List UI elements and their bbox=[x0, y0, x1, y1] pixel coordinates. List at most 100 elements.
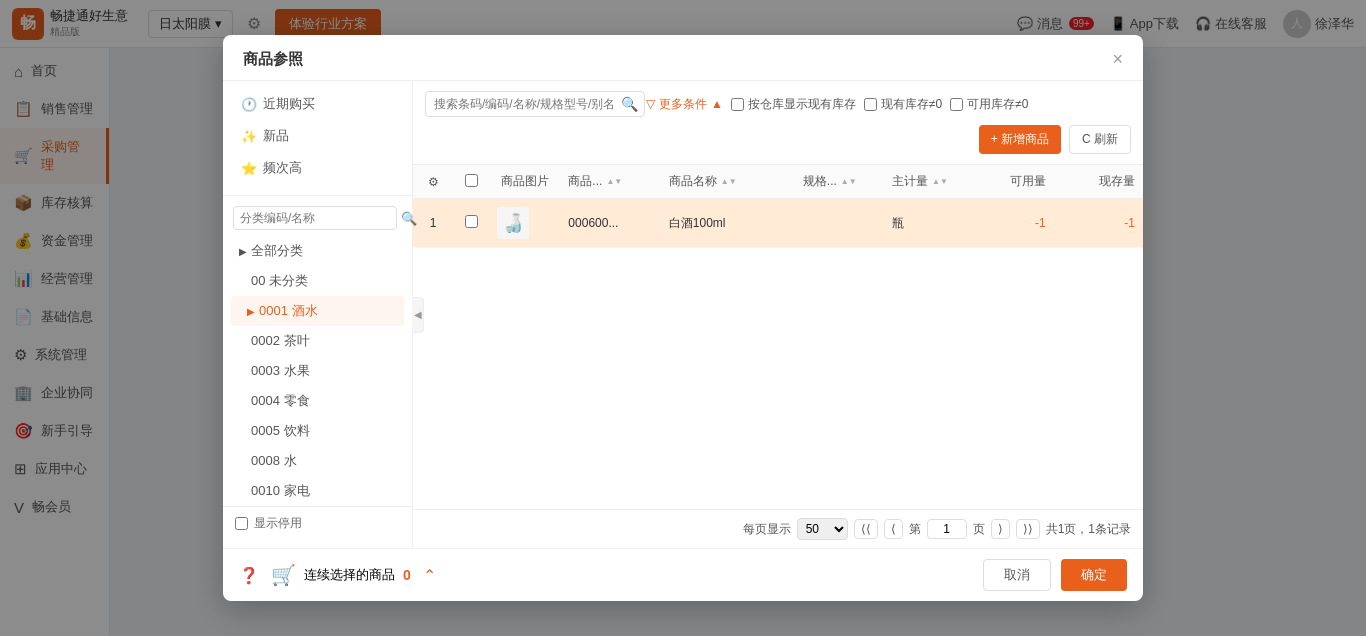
prev-page-button[interactable]: ⟨ bbox=[884, 519, 903, 539]
first-page-button[interactable]: ⟨⟨ bbox=[854, 519, 878, 539]
row-code: 000600... bbox=[560, 199, 660, 248]
per-page-select[interactable]: 50 20 100 bbox=[797, 518, 848, 540]
row-available-value: -1 bbox=[1035, 216, 1046, 230]
page-number-input[interactable] bbox=[927, 519, 967, 539]
cart-area: 🛒 连续选择的商品 0 bbox=[271, 563, 411, 587]
all-arrow-icon: ▶ bbox=[239, 246, 247, 257]
col-header-name[interactable]: 商品名称 ▲▼ bbox=[661, 165, 795, 199]
product-search-input[interactable] bbox=[425, 91, 645, 117]
warehouse-stock-checkbox[interactable] bbox=[731, 98, 744, 111]
row-checkbox[interactable] bbox=[465, 215, 478, 228]
tree-item-cat0005[interactable]: 0005 饮料 bbox=[231, 416, 404, 446]
modal-header: 商品参照 × bbox=[223, 35, 1143, 81]
row-check[interactable] bbox=[453, 199, 489, 248]
col-header-settings: ⚙ bbox=[413, 165, 453, 199]
cat0001-arrow-icon: ▶ bbox=[247, 306, 255, 317]
cart-icon: 🛒 bbox=[271, 563, 296, 587]
stock-nonzero-label: 现有库存≠0 bbox=[881, 96, 942, 113]
modal-product-ref: 商品参照 × 🕐 近期购买 ✨ 新品 ⭐ 频次高 bbox=[223, 35, 1143, 601]
row-stock-value: -1 bbox=[1124, 216, 1135, 230]
product-table: ⚙ 商品图片 商品... bbox=[413, 165, 1143, 248]
last-page-button[interactable]: ⟩⟩ bbox=[1016, 519, 1040, 539]
tree-item-cat00[interactable]: 00 未分类 bbox=[231, 266, 404, 296]
row-spec bbox=[795, 199, 884, 248]
page-label: 第 bbox=[909, 521, 921, 538]
modal-close-button[interactable]: × bbox=[1112, 49, 1123, 70]
col-code-label: 商品... bbox=[568, 173, 602, 190]
col-available-label: 可用量 bbox=[1010, 174, 1046, 188]
modal-overlay[interactable]: 商品参照 × 🕐 近期购买 ✨ 新品 ⭐ 频次高 bbox=[0, 0, 1366, 636]
category-search-row: 🔍 bbox=[223, 200, 412, 236]
sort-spec-icon: ▲▼ bbox=[841, 178, 857, 186]
product-thumbnail: 🍶 bbox=[497, 207, 529, 239]
tree-item-cat0005-label: 0005 饮料 bbox=[251, 422, 310, 440]
add-product-button[interactable]: + 新增商品 bbox=[979, 125, 1061, 154]
tab-frequent[interactable]: ⭐ 频次高 bbox=[231, 153, 404, 183]
tree-item-cat00-label: 00 未分类 bbox=[251, 272, 308, 290]
tab-new-products[interactable]: ✨ 新品 bbox=[231, 121, 404, 151]
show-disabled-checkbox[interactable] bbox=[235, 517, 248, 530]
col-name-label: 商品名称 bbox=[669, 173, 717, 190]
row-unit-value: 瓶 bbox=[892, 216, 904, 230]
col-header-available: 可用量 bbox=[964, 165, 1053, 199]
stock-nonzero-checkbox-label[interactable]: 现有库存≠0 bbox=[864, 96, 942, 113]
tree-item-all-label: 全部分类 bbox=[251, 242, 303, 260]
tree-item-cat0001[interactable]: ▶ 0001 酒水 bbox=[231, 296, 404, 326]
refresh-button[interactable]: C 刷新 bbox=[1069, 125, 1131, 154]
row-stock: -1 bbox=[1054, 199, 1143, 248]
table-header-row: ⚙ 商品图片 商品... bbox=[413, 165, 1143, 199]
col-header-unit[interactable]: 主计量 ▲▼ bbox=[884, 165, 964, 199]
col-stock-label: 现存量 bbox=[1099, 174, 1135, 188]
modal-footer: ❓ 🛒 连续选择的商品 0 ⌃ 取消 确定 bbox=[223, 548, 1143, 601]
warehouse-stock-checkbox-label[interactable]: 按仓库显示现有库存 bbox=[731, 96, 856, 113]
per-page-label: 每页显示 bbox=[743, 521, 791, 538]
tab-recent-label: 近期购买 bbox=[263, 95, 315, 113]
row-num-value: 1 bbox=[430, 216, 437, 230]
category-search-input[interactable] bbox=[233, 206, 397, 230]
tree-item-cat0010[interactable]: 0010 家电 bbox=[231, 476, 404, 506]
tree-item-cat0001-label: 0001 酒水 bbox=[259, 302, 318, 320]
cart-count: 0 bbox=[403, 567, 411, 583]
row-name: 白酒100ml bbox=[661, 199, 795, 248]
tree-item-all[interactable]: ▶ 全部分类 bbox=[231, 236, 404, 266]
product-img-icon: 🍶 bbox=[502, 212, 524, 234]
sort-name-icon: ▲▼ bbox=[721, 178, 737, 186]
tree-item-cat0003-label: 0003 水果 bbox=[251, 362, 310, 380]
show-disabled-row: 显示停用 bbox=[223, 506, 412, 540]
next-page-button[interactable]: ⟩ bbox=[991, 519, 1010, 539]
tree-item-cat0010-label: 0010 家电 bbox=[251, 482, 310, 500]
available-nonzero-checkbox[interactable] bbox=[950, 98, 963, 111]
tree-item-cat0002[interactable]: 0002 茶叶 bbox=[231, 326, 404, 356]
settings-icon[interactable]: ⚙ bbox=[428, 175, 439, 189]
collapse-icon: ◀ bbox=[414, 309, 422, 320]
more-filter-button[interactable]: ▽ 更多条件 ▲ bbox=[646, 96, 723, 113]
cancel-button[interactable]: 取消 bbox=[983, 559, 1051, 591]
help-icon[interactable]: ❓ bbox=[239, 566, 259, 585]
col-img-label: 商品图片 bbox=[501, 174, 549, 188]
right-panel: 🔍 ▽ 更多条件 ▲ 按仓库显示现有库存 现有库存≠0 bbox=[413, 81, 1143, 548]
tab-recent-purchase[interactable]: 🕐 近期购买 bbox=[231, 89, 404, 119]
search-container: 🔍 bbox=[425, 91, 638, 117]
frequent-icon: ⭐ bbox=[241, 161, 257, 176]
collapse-left-panel-btn[interactable]: ◀ bbox=[412, 297, 424, 333]
confirm-button[interactable]: 确定 bbox=[1061, 559, 1127, 591]
tab-frequent-label: 频次高 bbox=[263, 159, 302, 177]
divider bbox=[223, 195, 412, 196]
stock-nonzero-checkbox[interactable] bbox=[864, 98, 877, 111]
tree-item-cat0008[interactable]: 0008 水 bbox=[231, 446, 404, 476]
col-header-code[interactable]: 商品... ▲▼ bbox=[560, 165, 660, 199]
table-row[interactable]: 1 🍶 bbox=[413, 199, 1143, 248]
col-unit-label: 主计量 bbox=[892, 173, 928, 190]
tree-item-cat0004-label: 0004 零食 bbox=[251, 392, 310, 410]
filter-icon: ▽ bbox=[646, 97, 655, 111]
collapse-footer-icon[interactable]: ⌃ bbox=[423, 566, 436, 585]
select-all-checkbox[interactable] bbox=[465, 174, 478, 187]
category-search-icon[interactable]: 🔍 bbox=[401, 211, 417, 226]
col-header-spec[interactable]: 规格... ▲▼ bbox=[795, 165, 884, 199]
row-available: -1 bbox=[964, 199, 1053, 248]
tree-item-cat0004[interactable]: 0004 零食 bbox=[231, 386, 404, 416]
row-code-value: 000600... bbox=[568, 216, 618, 230]
product-search-button[interactable]: 🔍 bbox=[621, 96, 638, 112]
available-nonzero-checkbox-label[interactable]: 可用库存≠0 bbox=[950, 96, 1028, 113]
tree-item-cat0003[interactable]: 0003 水果 bbox=[231, 356, 404, 386]
